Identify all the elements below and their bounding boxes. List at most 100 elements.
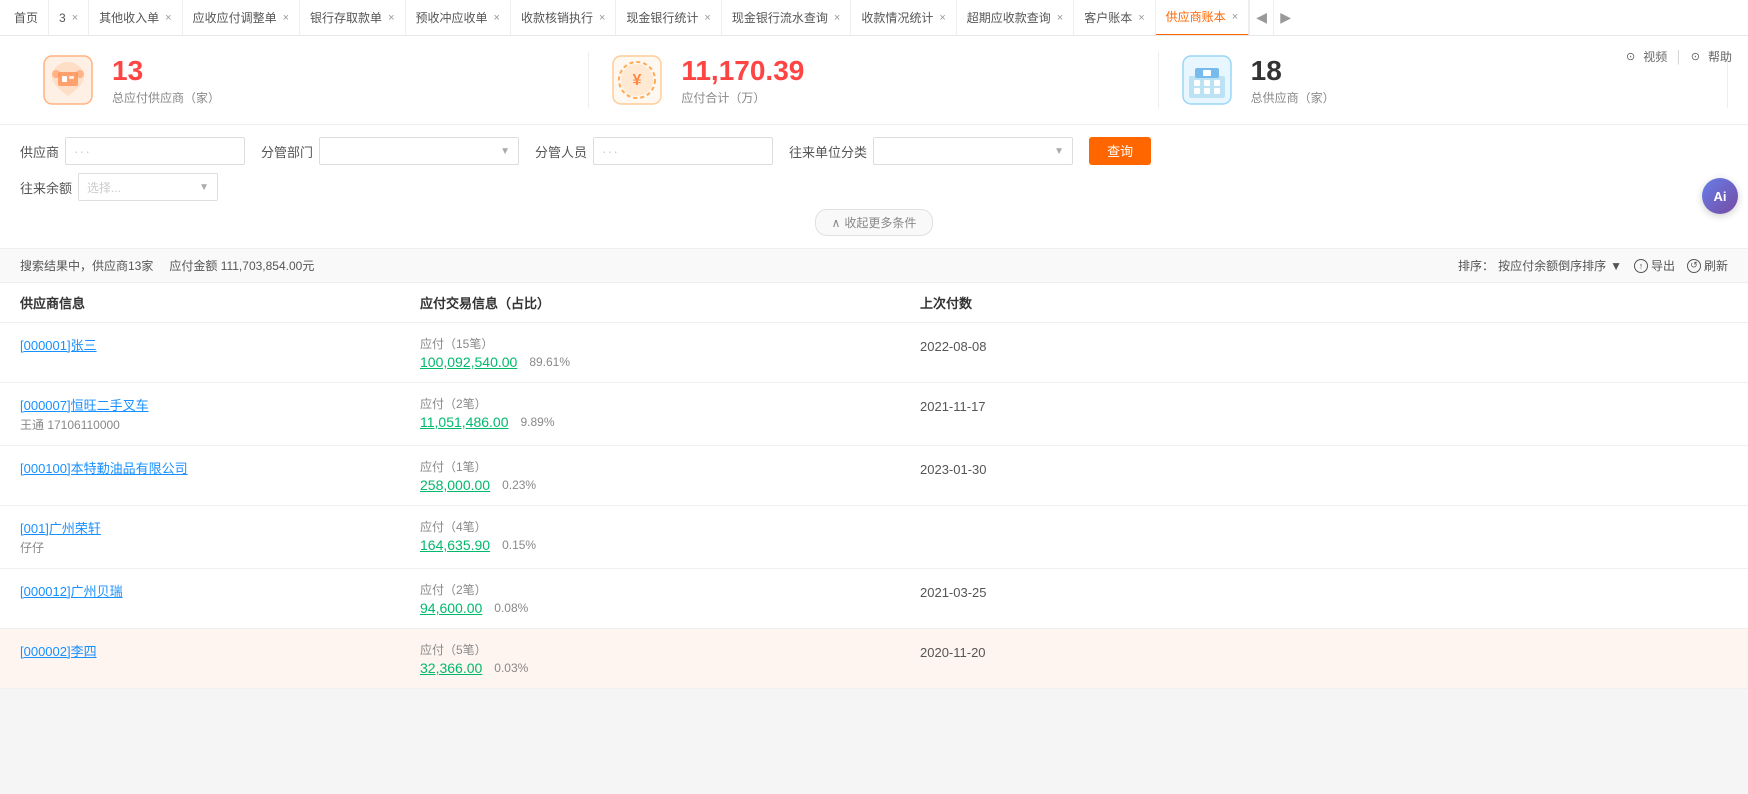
table-row: [000012]广州贝瑞 应付（2笔） 94,600.00 0.08% 2021… [0,569,1748,629]
nav-tab-receipt-verify[interactable]: 收款核销执行 × [511,0,616,36]
nav-tab-3[interactable]: 3 × [49,0,89,36]
trans-percent-row4: 0.15% [502,538,536,552]
supplier-info-col: [000007]恒旺二手叉车 王通 17106110000 [20,395,420,433]
collapse-up-icon: ∧ [832,216,841,230]
person-filter-item: 分管人员 ··· [535,137,773,165]
close-tab-ap-adjust[interactable]: × [283,12,289,24]
supplier-link-row3[interactable]: [000100]本特勤油品有限公司 [20,458,420,477]
supplier-info-col: [000001]张三 [20,335,420,356]
nav-prev-arrow[interactable]: ◀ [1249,0,1273,36]
top-navigation: 首页 3 × 其他收入单 × 应收应付调整单 × 银行存取款单 × 预收冲应收单… [0,0,1748,36]
person-dots-icon: ··· [602,143,619,159]
supplier-info-col: [000002]李四 [20,641,420,662]
supplier-info-col: [000100]本特勤油品有限公司 [20,458,420,479]
close-tab-advance-collection[interactable]: × [494,12,500,24]
transaction-col-row6: 应付（5笔） 32,366.00 0.03% [420,641,920,676]
search-button[interactable]: 查询 [1089,137,1151,165]
last-pay-col-row3: 2023-01-30 [920,458,1728,477]
table-row: [000007]恒旺二手叉车 王通 17106110000 应付（2笔） 11,… [0,383,1748,446]
supplier-input[interactable]: ··· [65,137,245,165]
last-pay-col-row1: 2022-08-08 [920,335,1728,354]
supplier-sub-row4: 仔仔 [20,539,420,556]
supplier-link-row1[interactable]: [000001]张三 [20,335,420,354]
dept-select[interactable]: ▼ [319,137,519,165]
results-amount-text: 应付金额 111,703,854.00元 [169,257,314,274]
last-pay-col-row4 [920,518,1728,522]
nav-tab-supplier-account[interactable]: 供应商账本 × [1156,0,1249,36]
col-header-supplier: 供应商信息 [20,293,420,312]
supplier-filter-item: 供应商 ··· [20,137,245,165]
trans-amount-row1[interactable]: 100,092,540.00 [420,354,517,370]
nav-tab-bank-deposit[interactable]: 银行存取款单 × [300,0,405,36]
nav-next-arrow[interactable]: ▶ [1273,0,1297,36]
summary-section: 13 总应付供应商（家） ¥ 11,170.39 应付合计（万） [0,36,1748,125]
ap-total-label: 应付合计（万） [681,89,804,106]
close-tab-other-income[interactable]: × [165,12,171,24]
category-select[interactable]: ▼ [873,137,1073,165]
close-tab-overdue-collect[interactable]: × [1057,12,1063,24]
filter-row-2: 往来余额 选择... ▼ [20,173,1728,201]
total-supplier-number: 18 [1251,54,1335,88]
nav-tab-other-income[interactable]: 其他收入单 × [89,0,182,36]
nav-tab-home[interactable]: 首页 [4,0,49,36]
ai-badge[interactable]: Ai [1702,178,1738,214]
export-icon: ↑ [1634,259,1648,273]
sort-value: 按应付余额倒序排序 [1498,257,1606,274]
supplier-dots-icon: ··· [74,143,91,159]
balance-filter-label: 往来余额 [20,178,72,197]
supplier-link-row6[interactable]: [000002]李四 [20,641,420,660]
trans-amount-row3[interactable]: 258,000.00 [420,477,490,493]
category-filter-label: 往来单位分类 [789,142,867,161]
close-tab-cash-bank-stat[interactable]: × [704,12,710,24]
supplier-link-row5[interactable]: [000012]广州贝瑞 [20,581,420,600]
col-header-transaction: 应付交易信息（占比） [420,293,920,312]
supplier-sub-row2: 王通 17106110000 [20,416,420,433]
collapse-button[interactable]: ∧ 收起更多条件 [815,209,934,236]
close-tab-3[interactable]: × [72,12,78,24]
nav-tab-collection-stat[interactable]: 收款情况统计 × [851,0,956,36]
balance-select[interactable]: 选择... ▼ [78,173,218,201]
close-tab-cash-bank-flow[interactable]: × [834,12,840,24]
nav-tab-cash-bank-stat[interactable]: 现金银行统计 × [616,0,721,36]
supplier-link-row2[interactable]: [000007]恒旺二手叉车 [20,395,420,414]
nav-tab-overdue-collect[interactable]: 超期应收款查询 × [957,0,1074,36]
trans-amount-row6[interactable]: 32,366.00 [420,660,482,676]
balance-placeholder: 选择... [87,179,121,196]
sort-selector[interactable]: 排序： 按应付余额倒序排序 ▼ [1458,257,1622,274]
close-tab-receipt-verify[interactable]: × [599,12,605,24]
trans-amount-row2[interactable]: 11,051,486.00 [420,414,509,430]
nav-tab-customer-account[interactable]: 客户账本 × [1074,0,1155,36]
payable-supplier-label: 总应付供应商（家） [112,89,220,106]
trans-amount-row5[interactable]: 94,600.00 [420,600,482,616]
last-pay-col-row6: 2020-11-20 [920,641,1728,660]
trans-amount-row4[interactable]: 164,635.90 [420,537,490,553]
close-tab-bank-deposit[interactable]: × [388,12,394,24]
export-button[interactable]: ↑ 导出 [1634,257,1675,274]
video-link[interactable]: 视频 [1643,48,1667,65]
circle-icon2: ⊙ [1691,50,1700,63]
filter-row-1: 供应商 ··· 分管部门 ▼ 分管人员 ··· 往来单位分类 ▼ [20,137,1728,165]
nav-tab-advance-collection[interactable]: 预收冲应收单 × [406,0,511,36]
dept-chevron-icon: ▼ [500,146,510,157]
table-row: [000001]张三 应付（15笔） 100,092,540.00 89.61%… [0,323,1748,383]
link-divider: │ [1675,50,1683,64]
refresh-icon: ↺ [1687,259,1701,273]
balance-filter-item: 往来余额 选择... ▼ [20,173,218,201]
filter-section: 供应商 ··· 分管部门 ▼ 分管人员 ··· 往来单位分类 ▼ [0,125,1748,249]
results-actions: 排序： 按应付余额倒序排序 ▼ ↑ 导出 ↺ 刷新 [1458,257,1728,274]
supplier-filter-label: 供应商 [20,142,59,161]
supplier-link-row4[interactable]: [001]广州荣轩 [20,518,420,537]
person-input[interactable]: ··· [593,137,773,165]
transaction-col-row4: 应付（4笔） 164,635.90 0.15% [420,518,920,553]
close-tab-collection-stat[interactable]: × [939,12,945,24]
payable-supplier-number: 13 [112,54,220,88]
close-tab-supplier-account[interactable]: × [1232,11,1238,23]
ap-total-icon: ¥ [609,52,665,108]
help-link[interactable]: 帮助 [1708,48,1732,65]
close-tab-customer-account[interactable]: × [1138,12,1144,24]
trans-percent-row2: 9.89% [521,415,555,429]
results-bar: 搜索结果中，供应商13家 应付金额 111,703,854.00元 排序： 按应… [0,249,1748,283]
nav-tab-cash-bank-flow[interactable]: 现金银行流水查询 × [722,0,851,36]
nav-tab-ap-adjust[interactable]: 应收应付调整单 × [183,0,300,36]
refresh-button[interactable]: ↺ 刷新 [1687,257,1728,274]
